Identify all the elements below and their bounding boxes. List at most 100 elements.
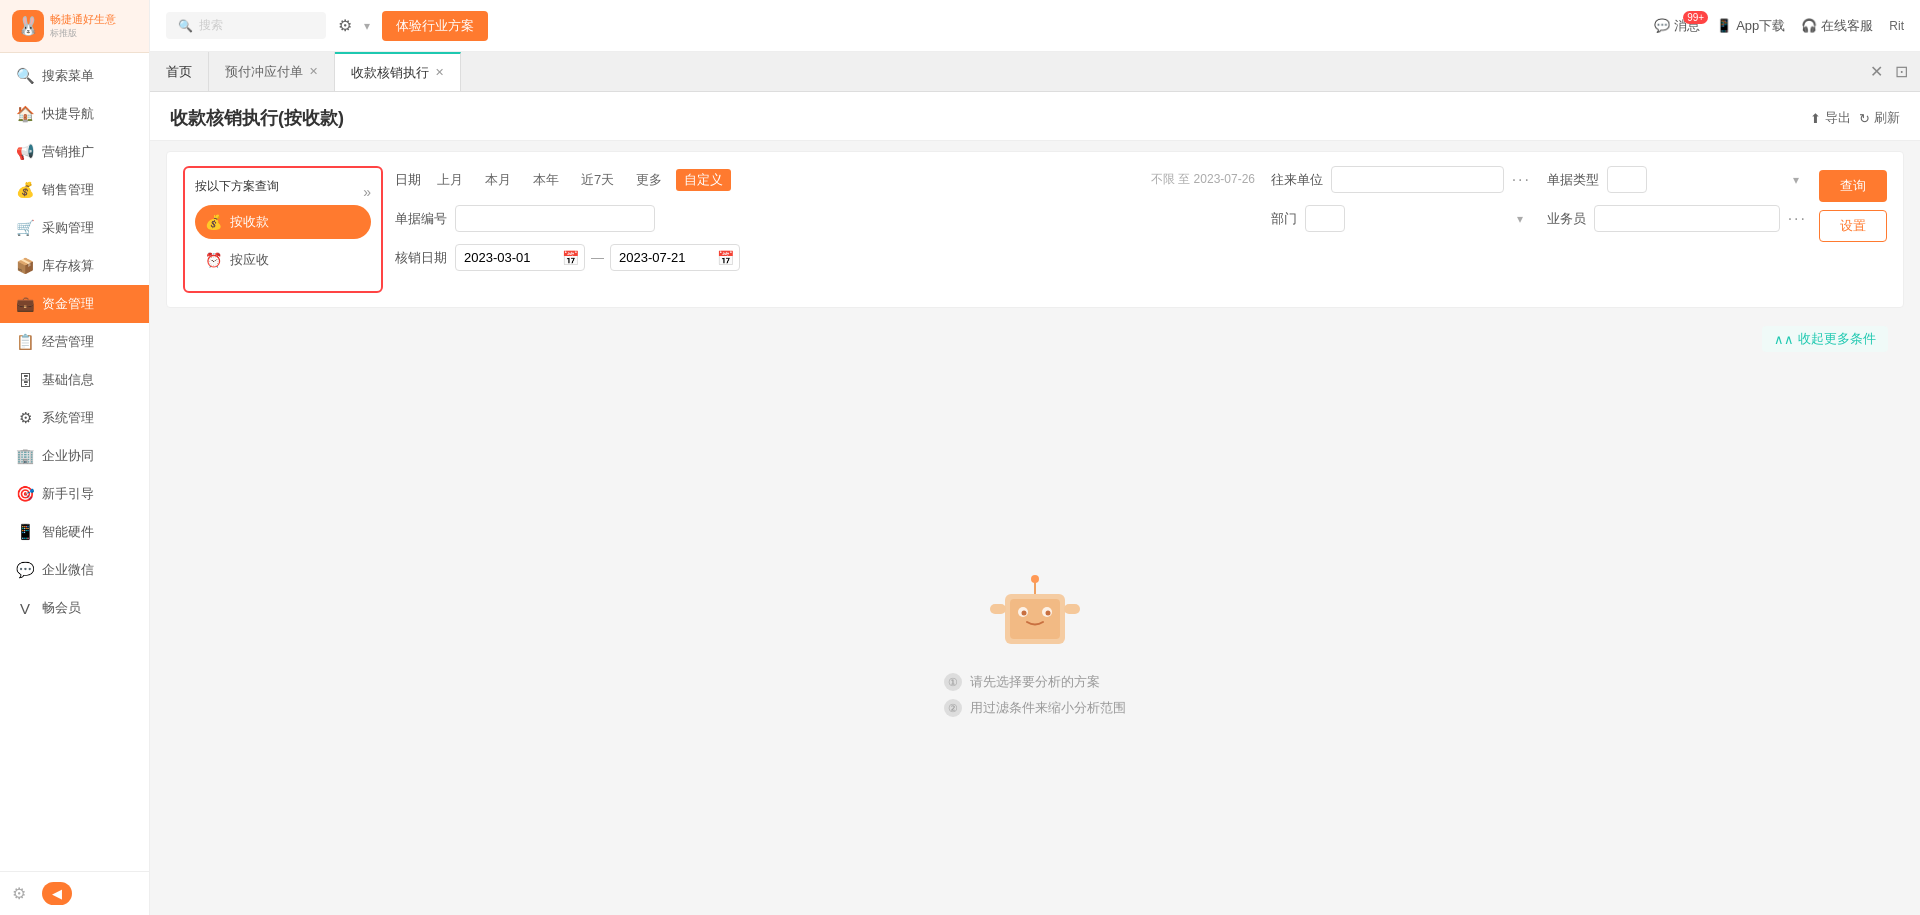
footer-settings-icon[interactable]: ⚙ xyxy=(12,884,26,903)
search-icon: 🔍 xyxy=(16,67,34,85)
dept-select[interactable] xyxy=(1305,205,1345,232)
writeoff-date-start-wrap: 📅 xyxy=(455,244,585,271)
sidebar-item-hardware[interactable]: 📱 智能硬件 xyxy=(0,513,149,551)
topbar-gear-icon[interactable]: ⚙ xyxy=(338,16,352,35)
date-label: 日期 xyxy=(395,171,421,189)
date-chip-last-month[interactable]: 上月 xyxy=(429,169,471,191)
staff-input[interactable] xyxy=(1594,205,1780,232)
main-area: 🔍 搜索 ⚙ ▾ 体验行业方案 💬 消息 99+ 📱 App下载 🎧 在线客服 … xyxy=(150,0,1920,915)
sidebar-collapse-button[interactable]: ◀ xyxy=(42,882,72,905)
sidebar-item-member[interactable]: V 畅会员 xyxy=(0,589,149,627)
filter-scheme-title: 按以下方案查询 xyxy=(195,178,279,195)
tab-receipt-writeoff[interactable]: 收款核销执行 ✕ xyxy=(335,52,461,91)
filter-actions: 查询 设置 xyxy=(1819,166,1887,293)
counterpart-ellipsis[interactable]: ··· xyxy=(1512,171,1531,189)
tab-receipt-writeoff-close[interactable]: ✕ xyxy=(435,66,444,79)
sidebar-item-search-menu[interactable]: 🔍 搜索菜单 xyxy=(0,57,149,95)
app-icon: 📱 xyxy=(1716,18,1732,33)
filter-row-3: 核销日期 📅 — 📅 xyxy=(395,244,1807,271)
doc-type-label: 单据类型 xyxy=(1547,171,1599,189)
date-chip-7days[interactable]: 近7天 xyxy=(573,169,622,191)
hardware-icon: 📱 xyxy=(16,523,34,541)
filter-scheme-collapse[interactable]: » xyxy=(363,184,371,200)
by-receivable-label: 按应收 xyxy=(230,251,269,269)
empty-hint-2: ② 用过滤条件来缩小分析范围 xyxy=(944,699,1126,717)
finance-icon: 💼 xyxy=(16,295,34,313)
page-title: 收款核销执行(按收款) xyxy=(170,106,344,130)
basic-info-icon: 🗄 xyxy=(16,372,34,389)
tab-receipt-writeoff-label: 收款核销执行 xyxy=(351,64,429,82)
tab-expand-button[interactable]: ⊡ xyxy=(1891,58,1912,85)
sidebar-item-inventory[interactable]: 📦 库存核算 xyxy=(0,247,149,285)
tab-prepay-close[interactable]: ✕ xyxy=(309,65,318,78)
filter-field-doc-no: 单据编号 xyxy=(395,205,1255,232)
empty-hint-1: ① 请先选择要分析的方案 xyxy=(944,673,1126,691)
sidebar-item-quick-nav[interactable]: 🏠 快捷导航 xyxy=(0,95,149,133)
sidebar-item-basic-info[interactable]: 🗄 基础信息 xyxy=(0,361,149,399)
filter-field-counterpart: 往来单位 ··· xyxy=(1271,166,1531,193)
filter-field-date: 日期 上月 本月 本年 近7天 更多 自定义 xyxy=(395,169,1135,191)
date-filter: 上月 本月 本年 近7天 更多 自定义 xyxy=(429,169,731,191)
export-button[interactable]: ⬆ 导出 xyxy=(1810,109,1851,127)
topbar-chevron-icon[interactable]: ▾ xyxy=(364,19,370,33)
sidebar-item-sales[interactable]: 💰 销售管理 xyxy=(0,171,149,209)
service-label: 在线客服 xyxy=(1821,17,1873,35)
by-receipt-label: 按收款 xyxy=(230,213,269,231)
staff-ellipsis[interactable]: ··· xyxy=(1788,210,1807,228)
doc-no-label: 单据编号 xyxy=(395,210,447,228)
tab-close-button[interactable]: ✕ xyxy=(1866,58,1887,85)
filter-panel: 按以下方案查询 » 💰 按收款 ⏰ 按应收 xyxy=(166,151,1904,308)
wechat-icon: 💬 xyxy=(16,561,34,579)
date-chip-this-year[interactable]: 本年 xyxy=(525,169,567,191)
sidebar-item-purchase[interactable]: 🛒 采购管理 xyxy=(0,209,149,247)
date-chip-this-month[interactable]: 本月 xyxy=(477,169,519,191)
sidebar-item-wechat[interactable]: 💬 企业微信 xyxy=(0,551,149,589)
topbar-search-box[interactable]: 🔍 搜索 xyxy=(166,12,326,39)
topbar-right: 💬 消息 99+ 📱 App下载 🎧 在线客服 Rit xyxy=(1654,17,1904,35)
topbar-message[interactable]: 💬 消息 99+ xyxy=(1654,17,1700,35)
date-chip-custom[interactable]: 自定义 xyxy=(676,169,731,191)
export-icon: ⬆ xyxy=(1810,111,1821,126)
ops-icon: 📋 xyxy=(16,333,34,351)
query-button[interactable]: 查询 xyxy=(1819,170,1887,202)
empty-robot-illustration xyxy=(985,554,1085,654)
more-conditions-button[interactable]: ∧∧ 收起更多条件 xyxy=(1762,326,1888,352)
tab-prepay[interactable]: 预付冲应付单 ✕ xyxy=(209,52,335,91)
refresh-button[interactable]: ↻ 刷新 xyxy=(1859,109,1900,127)
counterpart-input[interactable] xyxy=(1331,166,1504,193)
chevron-up-icon: ∧∧ xyxy=(1774,332,1794,347)
sidebar-item-finance[interactable]: 💼 资金管理 xyxy=(0,285,149,323)
date-chip-more[interactable]: 更多 xyxy=(628,169,670,191)
sidebar-nav: 🔍 搜索菜单 🏠 快捷导航 📢 营销推广 💰 销售管理 🛒 采购管理 📦 库存核… xyxy=(0,53,149,871)
settings-button[interactable]: 设置 xyxy=(1819,210,1887,242)
filter-row-1: 日期 上月 本月 本年 近7天 更多 自定义 不限 至 2 xyxy=(395,166,1807,193)
sidebar-item-marketing[interactable]: 📢 营销推广 xyxy=(0,133,149,171)
sidebar-item-ops[interactable]: 📋 经营管理 xyxy=(0,323,149,361)
by-receipt-icon: 💰 xyxy=(205,214,222,230)
filter-field-staff: 业务员 ··· xyxy=(1547,205,1807,232)
filter-option-by-receipt[interactable]: 💰 按收款 xyxy=(195,205,371,239)
member-icon: V xyxy=(16,600,34,617)
filter-field-doc-type: 单据类型 xyxy=(1547,166,1807,193)
writeoff-start-calendar-icon[interactable]: 📅 xyxy=(562,250,579,266)
tabbar: 首页 预付冲应付单 ✕ 收款核销执行 ✕ ✕ ⊡ xyxy=(150,52,1920,92)
sidebar-item-guide[interactable]: 🎯 新手引导 xyxy=(0,475,149,513)
svg-point-5 xyxy=(1046,611,1051,616)
svg-rect-8 xyxy=(990,604,1006,614)
topbar-user[interactable]: Rit xyxy=(1889,19,1904,33)
solution-button[interactable]: 体验行业方案 xyxy=(382,11,488,41)
doc-no-input[interactable] xyxy=(455,205,655,232)
writeoff-end-calendar-icon[interactable]: 📅 xyxy=(717,250,734,266)
filter-option-by-receivable[interactable]: ⏰ 按应收 xyxy=(195,243,371,277)
sidebar-item-system[interactable]: ⚙ 系统管理 xyxy=(0,399,149,437)
app-label: App下载 xyxy=(1736,17,1785,35)
tabbar-controls: ✕ ⊡ xyxy=(1866,58,1920,85)
doc-type-select[interactable] xyxy=(1607,166,1647,193)
guide-icon: 🎯 xyxy=(16,485,34,503)
tab-home[interactable]: 首页 xyxy=(150,52,209,91)
sidebar-item-enterprise[interactable]: 🏢 企业协同 xyxy=(0,437,149,475)
sales-icon: 💰 xyxy=(16,181,34,199)
staff-label: 业务员 xyxy=(1547,210,1586,228)
topbar-service[interactable]: 🎧 在线客服 xyxy=(1801,17,1873,35)
topbar-app-download[interactable]: 📱 App下载 xyxy=(1716,17,1785,35)
